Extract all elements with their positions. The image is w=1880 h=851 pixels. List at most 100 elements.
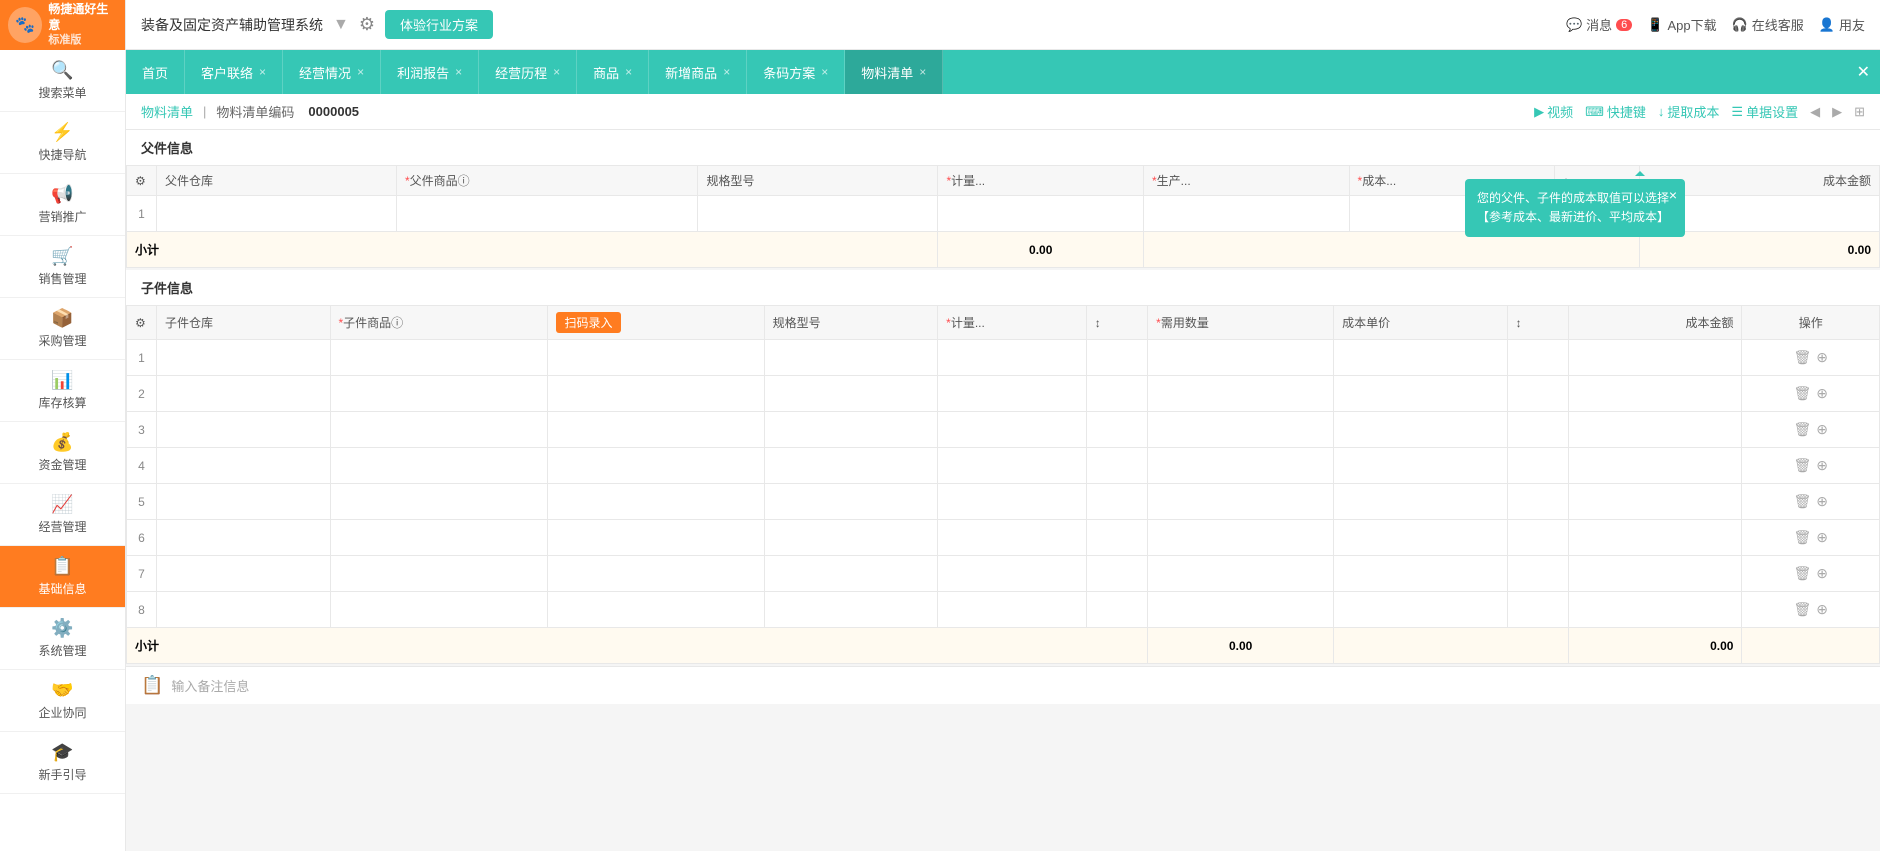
sidebar-item-operations[interactable]: 📈 经营管理 (0, 484, 125, 546)
basicinfo-icon: 📋 (51, 556, 73, 577)
sidebar-item-guide[interactable]: 🎓 新手引导 (0, 732, 125, 794)
sidebar-item-sales[interactable]: 🛒 销售管理 (0, 236, 125, 298)
view-btn[interactable]: ▶ 视频 (1534, 102, 1573, 121)
copy-icon[interactable]: ⊕ (1816, 601, 1828, 618)
close-all-tabs-icon[interactable]: ✕ (1847, 62, 1880, 82)
sidebar-item-finance[interactable]: 💰 资金管理 (0, 422, 125, 484)
child-cell-qty-1[interactable] (1148, 340, 1334, 376)
child-col-scan[interactable]: 扫码录入 (548, 306, 764, 340)
user-avatar[interactable]: 👤 用友 (1819, 15, 1865, 34)
copy-icon[interactable]: ⊕ (1816, 421, 1828, 438)
tab-barcode[interactable]: 条码方案 × (747, 50, 845, 94)
tab-add-goods[interactable]: 新增商品 × (649, 50, 747, 94)
parent-subtotal-val: 0.00 (938, 232, 1144, 268)
child-col-action: 操作 (1742, 306, 1880, 340)
child-cell-unitcost-1[interactable] (1334, 340, 1508, 376)
tab-operations[interactable]: 经营情况 × (283, 50, 381, 94)
sidebar-item-quicknav[interactable]: ⚡ 快捷导航 (0, 112, 125, 174)
sidebar-item-search[interactable]: 🔍 搜索菜单 (0, 50, 125, 112)
delete-icon[interactable]: 🗑 (1793, 421, 1811, 438)
parent-col-spec: 规格型号 (698, 166, 938, 196)
parent-col-settings[interactable]: ⚙ (127, 166, 157, 196)
delete-icon[interactable]: 🗑 (1793, 457, 1811, 474)
copy-icon[interactable]: ⊕ (1816, 349, 1828, 366)
tab-bom[interactable]: 物料清单 × (845, 50, 943, 94)
parent-cell-product[interactable] (396, 196, 698, 232)
dropdown-arrow-icon[interactable]: ▼ (333, 16, 349, 34)
sidebar-item-inventory[interactable]: 📊 库存核算 (0, 360, 125, 422)
delete-icon[interactable]: 🗑 (1793, 601, 1811, 618)
online-service-btn[interactable]: 🎧 在线客服 (1732, 15, 1804, 34)
app-download-btn[interactable]: 📱 App下载 (1647, 15, 1716, 34)
scan-button[interactable]: 扫码录入 (556, 312, 620, 333)
breadcrumb-bom[interactable]: 物料清单 (141, 102, 193, 121)
tab-goods[interactable]: 商品 × (577, 50, 649, 94)
delete-icon[interactable]: 🗑 (1793, 349, 1811, 366)
parent-cell-spec[interactable] (698, 196, 938, 232)
tab-close-icon[interactable]: × (625, 65, 632, 79)
delete-icon[interactable]: 🗑 (1793, 529, 1811, 546)
nav-next-icon[interactable]: ▶ (1832, 104, 1842, 120)
tab-close-icon[interactable]: × (723, 65, 730, 79)
sidebar-item-purchase[interactable]: 📦 采购管理 (0, 298, 125, 360)
operations-icon: 📈 (51, 494, 73, 515)
child-col-sort: ↕ (1086, 306, 1147, 340)
top-bar-left: 装备及固定资产辅助管理系统 ▼ ⚙ 体验行业方案 (141, 10, 493, 39)
inventory-icon: 📊 (51, 370, 73, 391)
keyboard-icon: ⌨ (1585, 104, 1604, 120)
child-cell-unit-1[interactable] (938, 340, 1087, 376)
sidebar-item-sysmanage[interactable]: ⚙️ 系统管理 (0, 608, 125, 670)
delete-icon[interactable]: 🗑 (1793, 493, 1811, 510)
child-col-settings[interactable]: ⚙ (127, 306, 157, 340)
child-cell-product-1[interactable] (330, 340, 548, 376)
sales-icon: 🛒 (51, 246, 73, 267)
tab-profit[interactable]: 利润报告 × (381, 50, 479, 94)
tab-close-icon[interactable]: × (553, 65, 560, 79)
logo-text: 畅捷通好生意 标准版 (48, 2, 117, 47)
sysmanage-icon: ⚙️ (51, 618, 73, 639)
extract-icon: ↓ (1658, 104, 1665, 119)
copy-icon[interactable]: ⊕ (1816, 493, 1828, 510)
child-cell-warehouse-1[interactable] (157, 340, 331, 376)
experience-btn[interactable]: 体验行业方案 (385, 10, 493, 39)
quicknav-icon: ⚡ (51, 122, 73, 143)
tab-close-icon[interactable]: × (455, 65, 462, 79)
sidebar-item-enterprise[interactable]: 🤝 企业协同 (0, 670, 125, 732)
notes-placeholder[interactable]: 输入备注信息 (171, 676, 249, 695)
tab-customer[interactable]: 客户联络 × (185, 50, 283, 94)
copy-icon[interactable]: ⊕ (1816, 457, 1828, 474)
shortcut-btn[interactable]: ⌨ 快捷键 (1585, 102, 1646, 121)
child-col-warehouse: 子件仓库 (157, 306, 331, 340)
tab-home[interactable]: 首页 (126, 50, 185, 94)
child-cell-spec-1[interactable] (764, 340, 938, 376)
system-title: 装备及固定资产辅助管理系统 (141, 15, 323, 35)
parent-cell-produce[interactable] (1144, 196, 1350, 232)
child-col-qty: *需用数量 (1148, 306, 1334, 340)
sidebar-item-basicinfo[interactable]: 📋 基础信息 (0, 546, 125, 608)
child-col-product: *子件商品ⓘ (330, 306, 548, 340)
grid-view-icon[interactable]: ⊞ (1854, 104, 1865, 120)
copy-icon[interactable]: ⊕ (1816, 565, 1828, 582)
settings-icon[interactable]: ⚙ (359, 14, 375, 35)
tab-close-icon[interactable]: × (357, 65, 364, 79)
tab-close-icon[interactable]: × (919, 65, 926, 79)
single-settings-btn[interactable]: ☰ 单据设置 (1731, 102, 1798, 121)
tab-close-icon[interactable]: × (821, 65, 828, 79)
nav-prev-icon[interactable]: ◀ (1810, 104, 1820, 120)
parent-subtotal-label: 小计 (127, 232, 938, 268)
tab-close-icon[interactable]: × (259, 65, 266, 79)
messages-btn[interactable]: 💬 消息 6 (1566, 15, 1632, 34)
delete-icon[interactable]: 🗑 (1793, 385, 1811, 402)
extract-cost-btn[interactable]: ↓ 提取成本 (1658, 102, 1720, 121)
child-table: ⚙ 子件仓库 *子件商品ⓘ 扫码录入 规格型号 *计量... ↕ *需用数量 成… (126, 305, 1880, 664)
tooltip-close-btn[interactable]: × (1669, 184, 1677, 206)
tab-history[interactable]: 经营历程 × (479, 50, 577, 94)
parent-cell-unit[interactable] (938, 196, 1144, 232)
sidebar-item-marketing[interactable]: 📢 营销推广 (0, 174, 125, 236)
guide-icon: 🎓 (51, 742, 73, 763)
delete-icon[interactable]: 🗑 (1793, 565, 1811, 582)
nav-tabs: 首页 客户联络 × 经营情况 × 利润报告 × 经营历程 × 商品 × (126, 50, 1880, 94)
copy-icon[interactable]: ⊕ (1816, 529, 1828, 546)
copy-icon[interactable]: ⊕ (1816, 385, 1828, 402)
parent-cell-warehouse[interactable] (157, 196, 397, 232)
